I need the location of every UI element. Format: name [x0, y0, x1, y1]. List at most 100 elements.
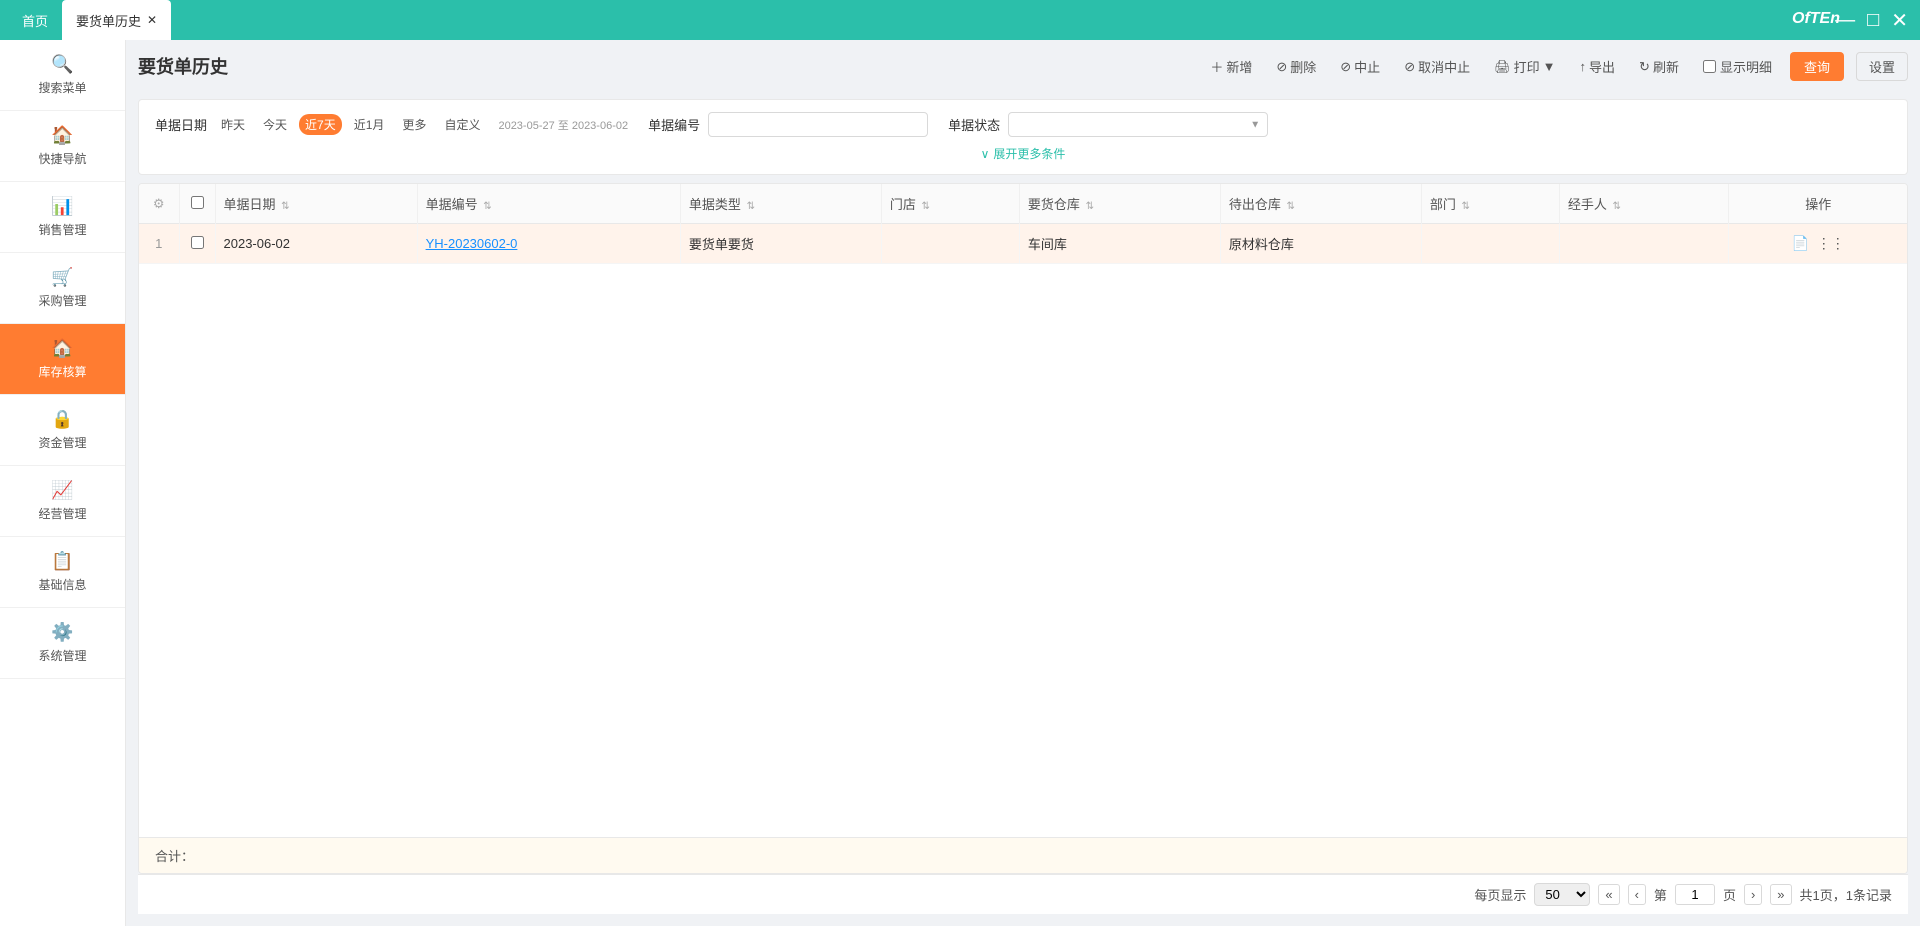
- export-label: 导出: [1589, 57, 1615, 76]
- stop-label: 中止: [1354, 57, 1380, 76]
- quick-nav-icon: 🏠: [51, 125, 73, 146]
- main-layout: 🔍 搜索菜单 🏠 快捷导航 📊 销售管理 🛒 采购管理 🏠 库存核算 🔒 资金管…: [0, 40, 1920, 926]
- row-pending-warehouse: 原材料仓库: [1220, 224, 1421, 264]
- ops-mgmt-icon: 📈: [51, 480, 73, 501]
- sidebar-item-purchase-mgmt-label: 采购管理: [38, 292, 86, 309]
- table-footer: 合计：: [139, 837, 1907, 873]
- maximize-icon[interactable]: □: [1863, 9, 1883, 32]
- sidebar-item-basic-info-label: 基础信息: [38, 576, 86, 593]
- date-today[interactable]: 今天: [257, 114, 293, 135]
- col-settings[interactable]: ⚙: [139, 184, 179, 224]
- display-detail-checkbox[interactable]: [1703, 60, 1716, 73]
- sort-doc-number-icon: ⇅: [483, 201, 491, 212]
- row-checkbox[interactable]: [191, 236, 204, 249]
- select-all-checkbox[interactable]: [191, 196, 204, 209]
- sort-pending-warehouse-icon: ⇅: [1287, 201, 1295, 212]
- tab-requisition-history[interactable]: 要货单历史 ✕: [62, 0, 171, 40]
- page-last-btn[interactable]: »: [1770, 884, 1791, 905]
- sidebar-item-system-mgmt-label: 系统管理: [38, 647, 86, 664]
- sidebar-item-inventory-label: 库存核算: [38, 363, 86, 380]
- sidebar-item-search-menu-label: 搜索菜单: [38, 79, 86, 96]
- tab-home[interactable]: 首页: [8, 0, 62, 40]
- close-tab-icon[interactable]: ✕: [147, 13, 157, 27]
- sidebar-item-ops-mgmt[interactable]: 📈 经营管理: [0, 466, 125, 537]
- print-button[interactable]: 🖨 打印 ▼: [1488, 53, 1561, 80]
- page-title: 要货单历史: [138, 53, 228, 79]
- date-yesterday[interactable]: 昨天: [215, 114, 251, 135]
- query-label: 查询: [1804, 57, 1830, 76]
- row-doc-number-link[interactable]: YH-20230602-0: [426, 236, 518, 251]
- col-doc-date-label: 单据日期: [224, 197, 276, 212]
- sidebar-item-search-menu[interactable]: 🔍 搜索菜单: [0, 40, 125, 111]
- col-action: 操作: [1729, 184, 1907, 224]
- doc-status-select[interactable]: [1008, 112, 1268, 137]
- print-label: 打印: [1514, 57, 1540, 76]
- cancel-stop-button[interactable]: ⊘ 取消中止: [1398, 53, 1476, 80]
- settings-button[interactable]: 设置: [1856, 52, 1908, 81]
- row-department: [1421, 224, 1559, 264]
- col-doc-number[interactable]: 单据编号 ⇅: [417, 184, 680, 224]
- page-label-prefix: 第: [1654, 885, 1667, 904]
- date-filter-label: 单据日期: [155, 115, 207, 134]
- date-last-month[interactable]: 近1月: [348, 114, 391, 135]
- date-custom[interactable]: 自定义: [438, 114, 486, 135]
- cancel-stop-icon: ⊘: [1404, 59, 1415, 75]
- sidebar-item-finance-mgmt[interactable]: 🔒 资金管理: [0, 395, 125, 466]
- col-store-label: 门店: [890, 197, 916, 212]
- date-last7days[interactable]: 近7天: [299, 114, 342, 135]
- query-button[interactable]: 查询: [1790, 52, 1844, 81]
- delete-icon: ⊘: [1276, 59, 1287, 75]
- refresh-label: 刷新: [1653, 57, 1679, 76]
- sort-store-icon: ⇅: [922, 201, 930, 212]
- col-store[interactable]: 门店 ⇅: [881, 184, 1019, 224]
- doc-status-select-wrapper: [1008, 112, 1268, 137]
- add-icon: ＋: [1210, 57, 1223, 76]
- col-checkbox: [179, 184, 215, 224]
- col-doc-number-label: 单据编号: [426, 197, 478, 212]
- page-first-btn[interactable]: «: [1598, 884, 1619, 905]
- col-req-warehouse[interactable]: 要货仓库 ⇅: [1019, 184, 1220, 224]
- sidebar-item-purchase-mgmt[interactable]: 🛒 采购管理: [0, 253, 125, 324]
- brand-text: OfTEn: [1792, 10, 1840, 28]
- col-pending-warehouse[interactable]: 待出仓库 ⇅: [1220, 184, 1421, 224]
- display-detail-toggle[interactable]: 显示明细: [1697, 53, 1778, 80]
- pagination-bar: 每页显示 10 20 50 100 « ‹ 第 页 › » 共1页，1条记录: [138, 874, 1908, 914]
- expand-button[interactable]: ∨ 展开更多条件: [981, 145, 1066, 162]
- sidebar-item-sales-mgmt[interactable]: 📊 销售管理: [0, 182, 125, 253]
- finance-mgmt-icon: 🔒: [51, 409, 73, 430]
- view-action-icon[interactable]: 📄: [1792, 235, 1809, 251]
- page-prev-btn[interactable]: ‹: [1628, 884, 1646, 905]
- sidebar-item-quick-nav[interactable]: 🏠 快捷导航: [0, 111, 125, 182]
- date-shortcuts: 昨天 今天 近7天 近1月 更多 自定义: [215, 114, 486, 135]
- date-more[interactable]: 更多: [396, 114, 432, 135]
- more-action-icon[interactable]: ⋮⋮: [1817, 235, 1845, 251]
- sidebar-item-system-mgmt[interactable]: ⚙️ 系统管理: [0, 608, 125, 679]
- sidebar-item-ops-mgmt-label: 经营管理: [38, 505, 86, 522]
- sidebar-item-basic-info[interactable]: 📋 基础信息: [0, 537, 125, 608]
- col-doc-type[interactable]: 单据类型 ⇅: [680, 184, 881, 224]
- col-handler[interactable]: 经手人 ⇅: [1559, 184, 1729, 224]
- data-table: ⚙ 单据日期 ⇅ 单据编号 ⇅ 单据类型: [139, 184, 1907, 264]
- sidebar-item-inventory[interactable]: 🏠 库存核算: [0, 324, 125, 395]
- col-department-label: 部门: [1430, 197, 1456, 212]
- delete-button[interactable]: ⊘ 删除: [1270, 53, 1322, 80]
- doc-number-label: 单据编号: [648, 115, 700, 134]
- col-department[interactable]: 部门 ⇅: [1421, 184, 1559, 224]
- stop-icon: ⊘: [1340, 59, 1351, 75]
- col-pending-warehouse-label: 待出仓库: [1229, 197, 1281, 212]
- print-dropdown-icon: ▼: [1543, 59, 1556, 74]
- page-size-select[interactable]: 10 20 50 100: [1534, 883, 1590, 906]
- sidebar: 🔍 搜索菜单 🏠 快捷导航 📊 销售管理 🛒 采购管理 🏠 库存核算 🔒 资金管…: [0, 40, 126, 926]
- delete-label: 删除: [1290, 57, 1316, 76]
- window-close-icon[interactable]: ✕: [1887, 8, 1912, 33]
- page-next-btn[interactable]: ›: [1744, 884, 1762, 905]
- export-button[interactable]: ↑ 导出: [1574, 53, 1622, 80]
- refresh-button[interactable]: ↻ 刷新: [1633, 53, 1685, 80]
- row-req-warehouse: 车间库: [1019, 224, 1220, 264]
- doc-number-input[interactable]: [708, 112, 928, 137]
- toolbar: ＋ 新增 ⊘ 删除 ⊘ 中止 ⊘ 取消中止 🖨 打印: [228, 52, 1908, 81]
- col-doc-date[interactable]: 单据日期 ⇅: [215, 184, 417, 224]
- stop-button[interactable]: ⊘ 中止: [1334, 53, 1386, 80]
- page-number-input[interactable]: [1675, 884, 1715, 905]
- add-button[interactable]: ＋ 新增: [1204, 53, 1258, 80]
